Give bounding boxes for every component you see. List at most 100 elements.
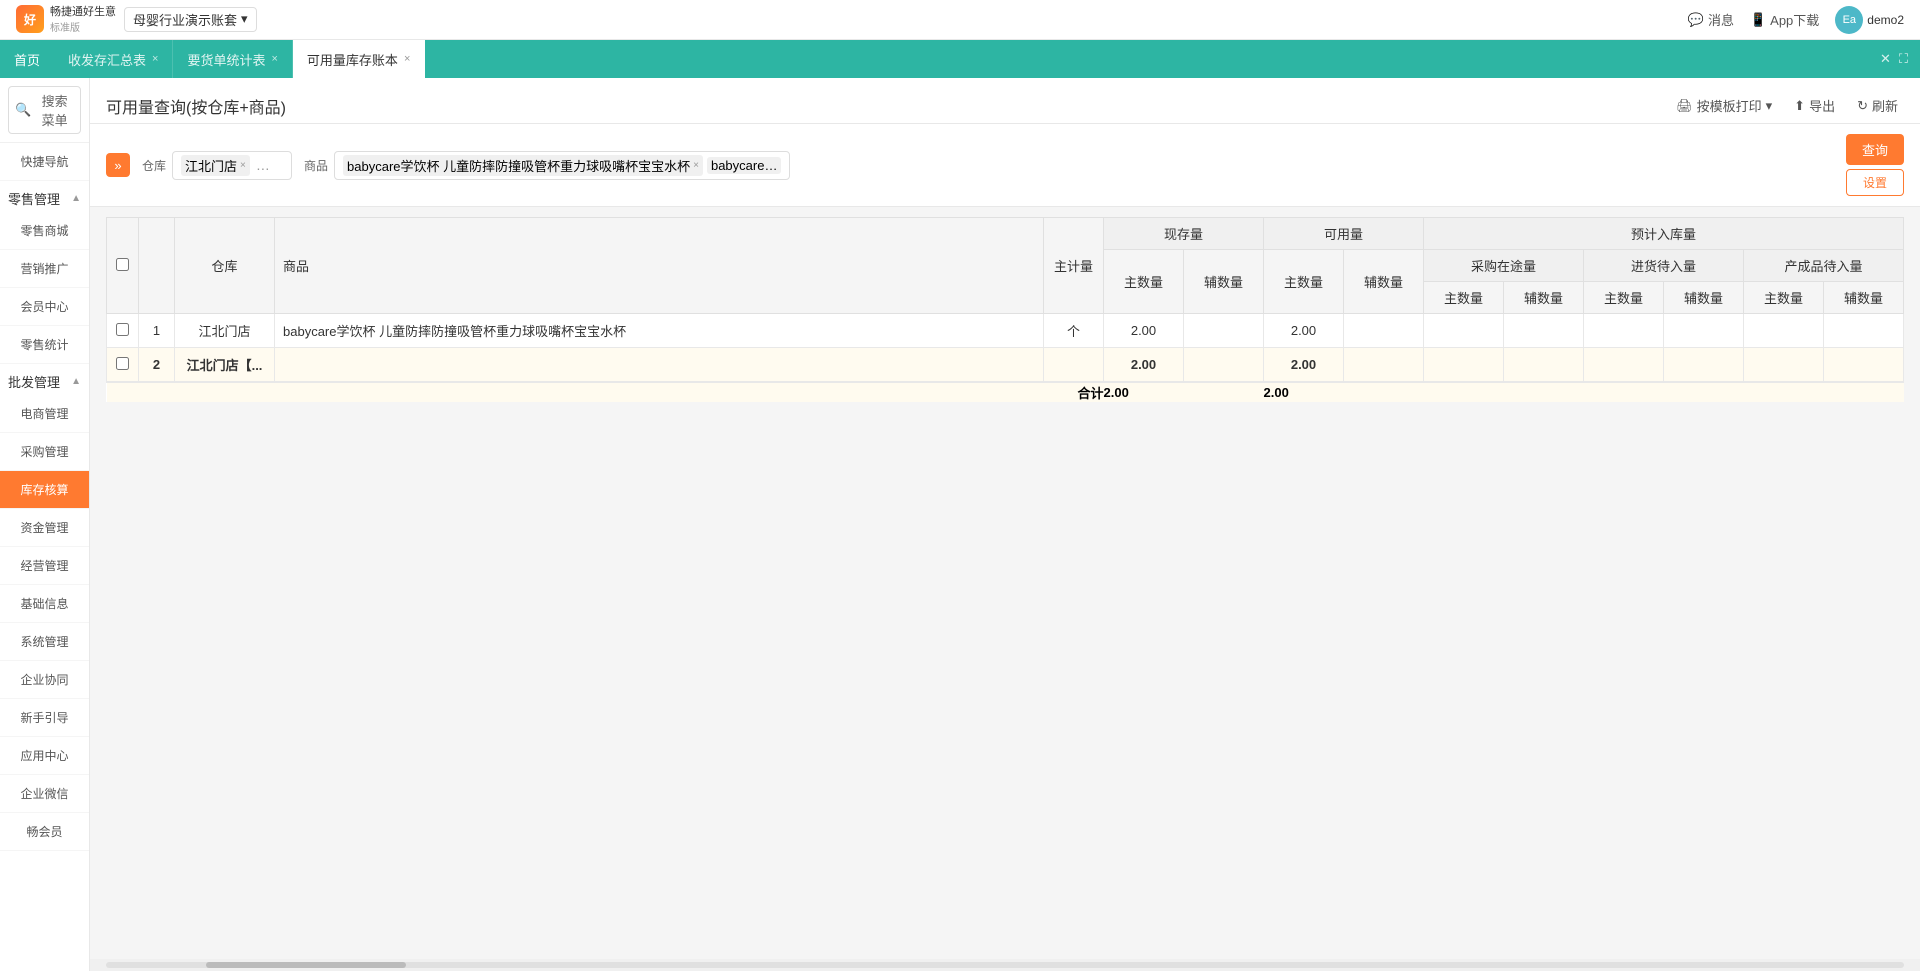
close-all-icon[interactable]: ✕ xyxy=(1880,51,1891,67)
row2-stock-sub xyxy=(1184,348,1264,383)
main-layout: 🔍 搜索菜单 快捷导航 零售管理 ▲ 零售商城 营销推广 会员中心 零售统计 批… xyxy=(0,78,1920,971)
logo-area: 好 畅捷通好生意 标准版 xyxy=(16,5,116,34)
th-forecast-group: 预计入库量 xyxy=(1424,218,1904,250)
product-tag-2-value: babycare… xyxy=(711,158,777,173)
row1-available-sub xyxy=(1344,314,1424,348)
row2-checkbox[interactable] xyxy=(107,348,139,383)
sidebar-item-new-user-guide[interactable]: 新手引导 xyxy=(0,699,89,737)
sidebar-item-retail-stats[interactable]: 零售统计 xyxy=(0,326,89,364)
sidebar-item-member-center[interactable]: 会员中心 xyxy=(0,288,89,326)
scroll-track[interactable] xyxy=(106,962,1904,968)
sidebar-item-purchase-mgmt[interactable]: 采购管理 xyxy=(0,433,89,471)
row1-purchase-main xyxy=(1424,314,1504,348)
page-header: 可用量查询(按仓库+商品) 🖨 按模板打印 ▾ ⬆ 导出 ↻ 刷新 xyxy=(90,78,1920,124)
message-btn[interactable]: 💬 消息 xyxy=(1688,10,1734,29)
tab-shoufa[interactable]: 收发存汇总表 × xyxy=(54,40,173,78)
horizontal-scrollbar[interactable] xyxy=(90,959,1920,971)
page-title: 可用量查询(按仓库+商品) xyxy=(106,94,286,118)
row1-incoming-sub xyxy=(1664,314,1744,348)
user-area[interactable]: Ea demo2 xyxy=(1835,6,1904,34)
sidebar-item-sys-mgmt[interactable]: 系统管理 xyxy=(0,623,89,661)
th-incoming-main: 主数量 xyxy=(1584,282,1664,314)
th-checkbox[interactable] xyxy=(107,218,139,314)
footer-available-main: 2.00 xyxy=(1264,382,1344,402)
search-menu-btn[interactable]: 🔍 搜索菜单 xyxy=(8,86,81,134)
settings-btn[interactable]: 设置 xyxy=(1846,169,1904,196)
row1-available-main: 2.00 xyxy=(1264,314,1344,348)
warehouse-filter: 仓库 江北门店 × … xyxy=(142,151,292,180)
sidebar-item-ecom-mgmt[interactable]: 电商管理 xyxy=(0,395,89,433)
scroll-thumb[interactable] xyxy=(206,962,406,968)
content-area: 可用量查询(按仓库+商品) 🖨 按模板打印 ▾ ⬆ 导出 ↻ 刷新 xyxy=(90,78,1920,971)
row1-production-sub xyxy=(1824,314,1904,348)
export-btn[interactable]: ⬆ 导出 xyxy=(1788,94,1841,117)
row1-product: babycare学饮杯 儿童防摔防撞吸管杯重力球吸嘴杯宝宝水杯 xyxy=(275,314,1044,348)
tab-yaohuo-close[interactable]: × xyxy=(271,53,277,65)
row2-available-sub xyxy=(1344,348,1424,383)
tab-kuyong-close[interactable]: × xyxy=(404,53,410,65)
row1-warehouse: 江北门店 xyxy=(175,314,275,348)
select-all-checkbox[interactable] xyxy=(116,258,129,271)
query-btn[interactable]: 查询 xyxy=(1846,134,1904,165)
sidebar-item-inventory-check[interactable]: 库存核算 xyxy=(0,471,89,509)
window-controls: ✕ ⛶ xyxy=(1868,51,1920,67)
tab-yaohuo[interactable]: 要货单统计表 × xyxy=(173,40,292,78)
row1-checkbox[interactable] xyxy=(107,314,139,348)
tab-shoufa-label: 收发存汇总表 xyxy=(68,50,146,69)
sidebar-item-marketing[interactable]: 营销推广 xyxy=(0,250,89,288)
filter-toggle-btn[interactable]: » xyxy=(106,153,130,177)
tab-shoufa-close[interactable]: × xyxy=(152,53,158,65)
warehouse-select[interactable]: 江北门店 × … xyxy=(172,151,292,180)
app-download-label: App下载 xyxy=(1770,10,1819,29)
row2-purchase-main xyxy=(1424,348,1504,383)
nav-tabs: 首页 收发存汇总表 × 要货单统计表 × 可用量库存账本 × ✕ ⛶ xyxy=(0,40,1920,78)
table-row: 2 江北门店【... 2.00 2.00 xyxy=(107,348,1904,383)
refresh-btn[interactable]: ↻ 刷新 xyxy=(1851,94,1904,117)
tab-yaohuo-label: 要货单统计表 xyxy=(187,50,265,69)
sidebar-item-enterprise-wechat[interactable]: 企业微信 xyxy=(0,775,89,813)
warehouse-tag: 江北门店 × xyxy=(181,155,250,176)
tab-kuyong[interactable]: 可用量库存账本 × xyxy=(293,40,425,78)
footer-row: 合计 2.00 2.00 xyxy=(107,382,1904,402)
th-stock-group: 现存量 xyxy=(1104,218,1264,250)
row1-production-main xyxy=(1744,314,1824,348)
logo-sub-text: 标准版 xyxy=(50,19,116,34)
sidebar-item-biz-mgmt[interactable]: 经营管理 xyxy=(0,547,89,585)
sidebar-item-app-center[interactable]: 应用中心 xyxy=(0,737,89,775)
th-stock-main: 主数量 xyxy=(1104,250,1184,314)
row2-production-sub xyxy=(1824,348,1904,383)
logo-text-block: 畅捷通好生意 标准版 xyxy=(50,5,116,34)
th-available-group: 可用量 xyxy=(1264,218,1424,250)
sidebar-item-quick-nav[interactable]: 快捷导航 xyxy=(0,143,89,181)
maximize-icon[interactable]: ⛶ xyxy=(1899,51,1908,67)
th-purchase-sub: 辅数量 xyxy=(1504,282,1584,314)
tab-kuyong-label: 可用量库存账本 xyxy=(307,50,398,69)
sidebar-item-basic-info[interactable]: 基础信息 xyxy=(0,585,89,623)
warehouse-remove-icon[interactable]: × xyxy=(240,160,246,171)
search-icon: 🔍 xyxy=(15,102,31,118)
warehouse-more-icon[interactable]: … xyxy=(256,157,270,173)
app-download-btn[interactable]: 📱 App下载 xyxy=(1750,10,1819,29)
product-tag-1-remove[interactable]: × xyxy=(693,160,699,171)
row2-product xyxy=(275,348,1044,383)
sidebar-item-wholesale-mgmt[interactable]: 批发管理 ▲ xyxy=(0,364,89,395)
page-actions: 🖨 按模板打印 ▾ ⬆ 导出 ↻ 刷新 xyxy=(1670,94,1904,117)
sidebar-item-enterprise-collab[interactable]: 企业协同 xyxy=(0,661,89,699)
sidebar-item-retail-mgmt[interactable]: 零售管理 ▲ xyxy=(0,181,89,212)
row1-stock-sub xyxy=(1184,314,1264,348)
row2-stock-main: 2.00 xyxy=(1104,348,1184,383)
th-purchase-group: 采购在途量 xyxy=(1424,250,1584,282)
sidebar-item-retail-mall[interactable]: 零售商城 xyxy=(0,212,89,250)
sidebar-item-finance-mgmt[interactable]: 资金管理 xyxy=(0,509,89,547)
row1-purchase-sub xyxy=(1504,314,1584,348)
product-select[interactable]: babycare学饮杯 儿童防摔防撞吸管杯重力球吸嘴杯宝宝水杯 × babyca… xyxy=(334,151,790,180)
tab-home[interactable]: 首页 xyxy=(0,40,54,78)
footer-incoming-main xyxy=(1584,382,1664,402)
industry-select[interactable]: 母婴行业演示账套 ▾ xyxy=(124,7,257,32)
refresh-icon: ↻ xyxy=(1857,98,1868,114)
printer-icon: 🖨 xyxy=(1676,98,1693,114)
th-stock-sub: 辅数量 xyxy=(1184,250,1264,314)
dropdown-arrow-icon: ▾ xyxy=(1766,98,1773,114)
sidebar-item-vip-member[interactable]: 畅会员 xyxy=(0,813,89,851)
template-print-btn[interactable]: 🖨 按模板打印 ▾ xyxy=(1670,94,1778,117)
